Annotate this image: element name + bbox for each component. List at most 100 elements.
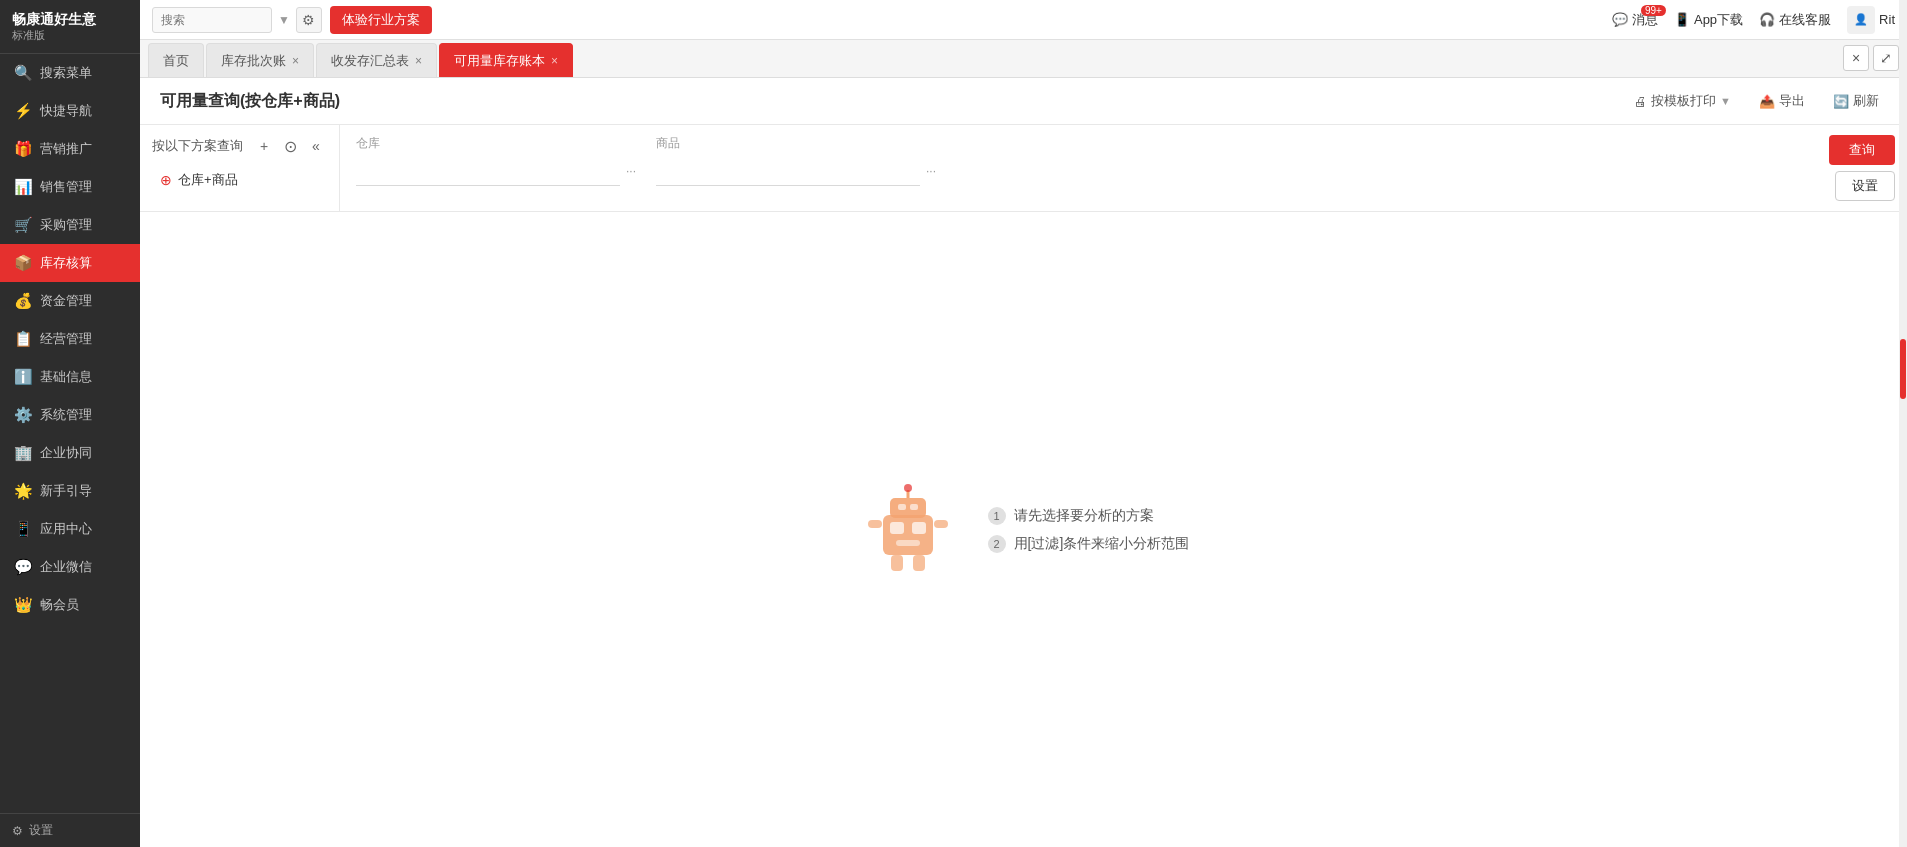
- svg-rect-10: [934, 520, 948, 528]
- svg-rect-11: [891, 555, 903, 571]
- print-label: 按模板打印: [1651, 92, 1716, 110]
- sidebar-item-system[interactable]: ⚙️ 系统管理: [0, 396, 140, 434]
- sidebar-item-appstore[interactable]: 📱 应用中心: [0, 510, 140, 548]
- empty-tip-1: 1 请先选择要分析的方案: [988, 507, 1190, 525]
- product-label: 商品: [656, 135, 936, 152]
- svg-rect-3: [896, 540, 920, 546]
- message-badge: 99+: [1641, 5, 1666, 16]
- svg-rect-0: [883, 515, 933, 555]
- user-area[interactable]: 👤 Rit: [1847, 6, 1895, 34]
- message-button[interactable]: 💬 消息 99+: [1612, 11, 1658, 29]
- tab-close-available[interactable]: ×: [551, 54, 558, 68]
- warehouse-input[interactable]: [356, 156, 620, 186]
- add-scheme-button[interactable]: +: [253, 135, 275, 157]
- sidebar-logo: 畅康通好生意 标准版: [0, 0, 140, 54]
- print-icon: 🖨: [1634, 94, 1647, 109]
- filter-scheme-header: 按以下方案查询 + ⊙ «: [152, 135, 327, 157]
- search-input[interactable]: [152, 7, 272, 33]
- tip-number-1: 1: [988, 507, 1006, 525]
- sidebar-item-finance[interactable]: 💰 资金管理: [0, 282, 140, 320]
- sidebar-item-member[interactable]: 👑 畅会员: [0, 586, 140, 624]
- topbar-gear-button[interactable]: ⚙: [296, 7, 322, 33]
- sidebar: 畅康通好生意 标准版 🔍 搜索菜单 ⚡ 快捷导航 🎁 营销推广 📊 销售管理 🛒…: [0, 0, 140, 847]
- page-actions: 🖨 按模板打印 ▼ 📤 导出 🔄 刷新: [1626, 88, 1887, 114]
- app-download-button[interactable]: 📱 App下载: [1674, 11, 1743, 29]
- sidebar-label-operation: 经营管理: [40, 330, 92, 348]
- sidebar-label-purchase: 采购管理: [40, 216, 92, 234]
- print-button[interactable]: 🖨 按模板打印 ▼: [1626, 88, 1739, 114]
- product-more-button[interactable]: ···: [926, 164, 936, 178]
- sidebar-icon-appstore: 📱: [14, 520, 32, 538]
- sidebar-label-inventory: 库存核算: [40, 254, 92, 272]
- sidebar-label-enterprise: 企业协同: [40, 444, 92, 462]
- settings-button[interactable]: 设置: [1835, 171, 1895, 201]
- sidebar-label-finance: 资金管理: [40, 292, 92, 310]
- tab-home[interactable]: 首页: [148, 43, 204, 77]
- sidebar-item-newuser[interactable]: 🌟 新手引导: [0, 472, 140, 510]
- online-service-label: 在线客服: [1779, 11, 1831, 29]
- sidebar-icon-inventory: 📦: [14, 254, 32, 272]
- svg-rect-6: [910, 504, 918, 510]
- sidebar-label-system: 系统管理: [40, 406, 92, 424]
- right-scrollbar[interactable]: [1899, 0, 1907, 847]
- expand-button[interactable]: ⤢: [1873, 45, 1899, 71]
- filter-scheme-panel: 按以下方案查询 + ⊙ « ⊕ 仓库+商品: [140, 125, 340, 211]
- right-action-buttons: 查询 设置: [1829, 125, 1907, 211]
- dropdown-icon[interactable]: ▼: [278, 13, 290, 27]
- tab-close-batch[interactable]: ×: [292, 54, 299, 68]
- tab-available[interactable]: 可用量库存账本×: [439, 43, 573, 77]
- tab-batch[interactable]: 库存批次账×: [206, 43, 314, 77]
- product-input-row: ···: [656, 156, 936, 186]
- sidebar-item-inventory[interactable]: 📦 库存核算: [0, 244, 140, 282]
- sidebar-icon-sales: 📊: [14, 178, 32, 196]
- product-input[interactable]: [656, 156, 920, 186]
- sidebar-item-operation[interactable]: 📋 经营管理: [0, 320, 140, 358]
- scheme-item-icon: ⊕: [160, 172, 172, 188]
- filter-condition-warehouse: 仓库 ···: [356, 135, 636, 186]
- main-content: ▼ ⚙ 体验行业方案 💬 消息 99+ 📱 App下载 🎧 在线客服 👤 Rit: [140, 0, 1907, 847]
- sidebar-item-enterprise[interactable]: 🏢 企业协同: [0, 434, 140, 472]
- topbar: ▼ ⚙ 体验行业方案 💬 消息 99+ 📱 App下载 🎧 在线客服 👤 Rit: [140, 0, 1907, 40]
- tab-label-summary: 收发存汇总表: [331, 52, 409, 70]
- sidebar-item-basic[interactable]: ℹ️ 基础信息: [0, 358, 140, 396]
- scheme-item-warehouse-product[interactable]: ⊕ 仓库+商品: [152, 165, 327, 195]
- sidebar-icon-search: 🔍: [14, 64, 32, 82]
- sidebar-item-sales[interactable]: 📊 销售管理: [0, 168, 140, 206]
- online-service-button[interactable]: 🎧 在线客服: [1759, 11, 1831, 29]
- query-button[interactable]: 查询: [1829, 135, 1895, 165]
- export-label: 导出: [1779, 92, 1805, 110]
- sidebar-item-search[interactable]: 🔍 搜索菜单: [0, 54, 140, 92]
- sidebar-label-basic: 基础信息: [40, 368, 92, 386]
- app-download-label: App下载: [1694, 11, 1743, 29]
- sidebar-item-marketing[interactable]: 🎁 营销推广: [0, 130, 140, 168]
- print-dropdown-icon[interactable]: ▼: [1720, 95, 1731, 107]
- sidebar-label-sales: 销售管理: [40, 178, 92, 196]
- phone-icon: 📱: [1674, 12, 1690, 27]
- tip-number-2: 2: [988, 535, 1006, 553]
- sidebar-label-newuser: 新手引导: [40, 482, 92, 500]
- industry-solution-button[interactable]: 体验行业方案: [330, 6, 432, 34]
- refresh-button[interactable]: 🔄 刷新: [1825, 88, 1887, 114]
- tabbar-controls: × ⤢: [1835, 39, 1907, 77]
- export-button[interactable]: 📤 导出: [1751, 88, 1813, 114]
- close-tab-button[interactable]: ×: [1843, 45, 1869, 71]
- warehouse-more-button[interactable]: ···: [626, 164, 636, 178]
- scheme-collapse-button[interactable]: «: [305, 135, 327, 157]
- sidebar-icon-purchase: 🛒: [14, 216, 32, 234]
- topbar-right: 💬 消息 99+ 📱 App下载 🎧 在线客服 👤 Rit: [1612, 6, 1895, 34]
- sidebar-item-quick-nav[interactable]: ⚡ 快捷导航: [0, 92, 140, 130]
- sidebar-item-purchase[interactable]: 🛒 采购管理: [0, 206, 140, 244]
- scheme-item-label: 仓库+商品: [178, 171, 238, 189]
- sidebar-item-wechat[interactable]: 💬 企业微信: [0, 548, 140, 586]
- app-title: 畅康通好生意: [12, 10, 128, 28]
- tip-text-2: 用[过滤]条件来缩小分析范围: [1014, 535, 1190, 553]
- tip-text-1: 请先选择要分析的方案: [1014, 507, 1154, 525]
- sidebar-icon-member: 👑: [14, 596, 32, 614]
- tab-close-summary[interactable]: ×: [415, 54, 422, 68]
- tab-summary[interactable]: 收发存汇总表 ×: [316, 43, 437, 77]
- svg-rect-1: [890, 522, 904, 534]
- page-header: 可用量查询(按仓库+商品) 🖨 按模板打印 ▼ 📤 导出 🔄 刷新: [140, 78, 1907, 125]
- scheme-settings-button[interactable]: ⊙: [279, 135, 301, 157]
- headset-icon: 🎧: [1759, 12, 1775, 27]
- sidebar-bottom-settings[interactable]: ⚙ 设置: [0, 813, 140, 847]
